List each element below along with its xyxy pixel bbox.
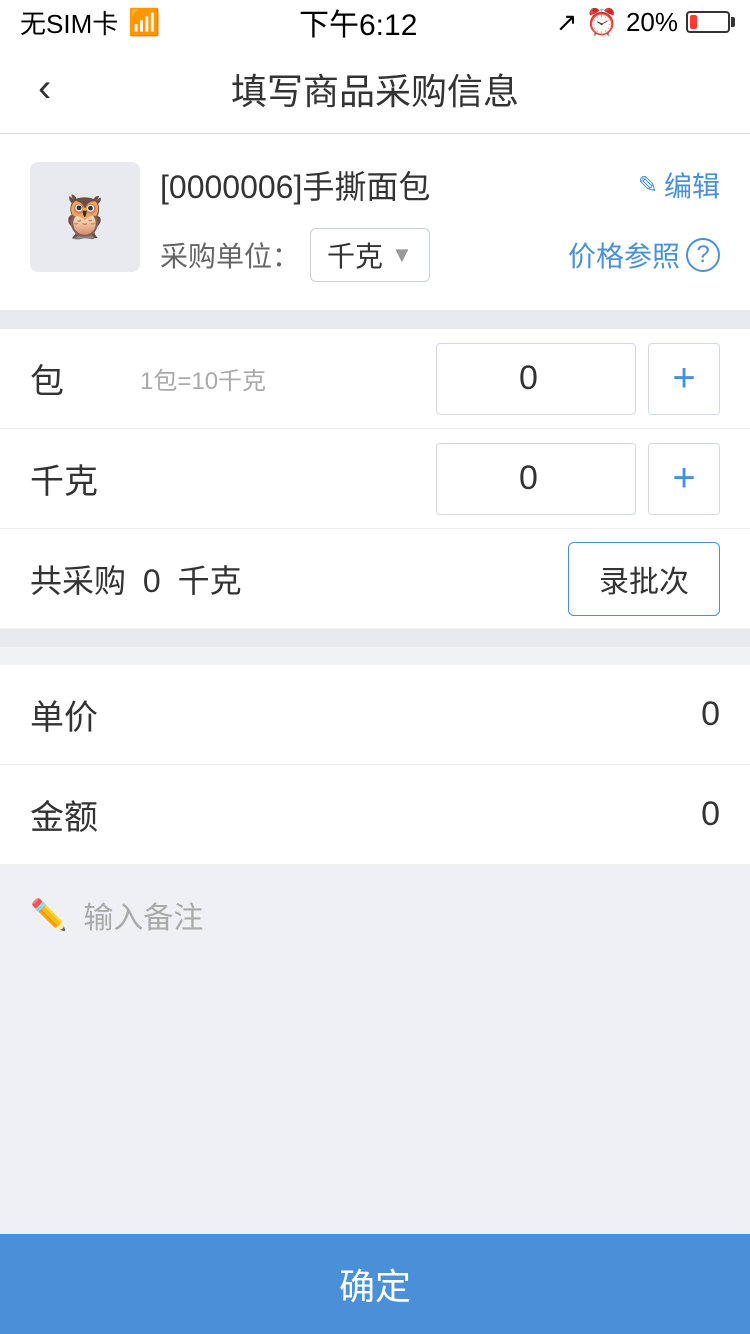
- wifi-icon: 📶: [128, 7, 160, 38]
- notes-placeholder: 输入备注: [83, 893, 203, 937]
- input-section: 包 1包=10千克 + 千克 +: [0, 329, 750, 529]
- total-value: 0: [143, 563, 161, 599]
- amount-row: 金额 0: [0, 765, 750, 865]
- product-name: [0000006]手撕面包: [160, 162, 430, 208]
- amount-value: 0: [701, 795, 720, 834]
- amount-label: 金额: [30, 790, 98, 839]
- total-row: 共采购 0 千克 录批次: [0, 529, 750, 629]
- batch-record-button[interactable]: 录批次: [568, 542, 720, 616]
- package-qty-box: +: [436, 343, 720, 415]
- total-label: 共采购 0 千克: [30, 556, 242, 602]
- unit-value: 千克: [327, 235, 383, 275]
- package-plus-button[interactable]: +: [648, 343, 720, 415]
- status-left: 无SIM卡 📶: [20, 4, 161, 41]
- confirm-button[interactable]: 确定: [0, 1234, 750, 1334]
- unit-price-label: 单价: [30, 690, 98, 739]
- notes-section[interactable]: ✏️ 输入备注: [0, 865, 750, 965]
- back-button[interactable]: ‹: [28, 56, 61, 121]
- unit-selector-group: 采购单位： 千克 ▼: [160, 228, 430, 282]
- purchase-unit-label: 采购单位：: [160, 235, 300, 275]
- kg-input-row: 千克 +: [0, 429, 750, 529]
- product-card: 🦉 [0000006]手撕面包 ✎ 编辑 采购单位： 千克 ▼ 价格参照 ?: [0, 134, 750, 311]
- dropdown-arrow-icon: ▼: [391, 242, 413, 268]
- price-section: 单价 0 金额 0: [0, 665, 750, 865]
- nav-bar: ‹ 填写商品采购信息: [0, 44, 750, 134]
- battery-percent: 20%: [626, 7, 678, 38]
- price-reference-button[interactable]: 价格参照 ?: [568, 235, 720, 275]
- time-display: 下午6:12: [299, 0, 417, 44]
- kg-label: 千克: [30, 454, 130, 503]
- location-icon: ↗: [556, 7, 578, 38]
- product-thumbnail: 🦉: [30, 162, 140, 272]
- package-input-row: 包 1包=10千克 +: [0, 329, 750, 429]
- separator-1: [0, 311, 750, 329]
- battery-icon: [686, 11, 730, 33]
- page-title: 填写商品采购信息: [231, 63, 519, 115]
- notes-pencil-icon: ✏️: [30, 898, 67, 933]
- package-qty-input[interactable]: [436, 343, 636, 415]
- package-hint: 1包=10千克: [140, 361, 266, 396]
- alarm-icon: ⏰: [586, 7, 618, 38]
- price-ref-label: 价格参照: [568, 235, 680, 275]
- edit-pencil-icon: ✎: [638, 171, 658, 200]
- edit-button[interactable]: ✎ 编辑: [638, 165, 720, 205]
- price-ref-question-icon: ?: [686, 238, 720, 272]
- unit-price-value: 0: [701, 695, 720, 734]
- product-logo-icon: 🦉: [59, 193, 111, 242]
- status-right: ↗ ⏰ 20%: [556, 7, 730, 38]
- product-info: [0000006]手撕面包 ✎ 编辑 采购单位： 千克 ▼ 价格参照 ?: [160, 162, 720, 282]
- kg-plus-button[interactable]: +: [648, 443, 720, 515]
- product-name-row: [0000006]手撕面包 ✎ 编辑: [160, 162, 720, 208]
- status-bar: 无SIM卡 📶 下午6:12 ↗ ⏰ 20%: [0, 0, 750, 44]
- purchase-unit-row: 采购单位： 千克 ▼ 价格参照 ?: [160, 228, 720, 282]
- kg-qty-box: +: [436, 443, 720, 515]
- edit-label: 编辑: [664, 165, 720, 205]
- carrier-label: 无SIM卡: [20, 4, 118, 41]
- package-label: 包: [30, 354, 130, 403]
- separator-2: [0, 629, 750, 647]
- unit-price-row: 单价 0: [0, 665, 750, 765]
- unit-select-dropdown[interactable]: 千克 ▼: [310, 228, 430, 282]
- kg-qty-input[interactable]: [436, 443, 636, 515]
